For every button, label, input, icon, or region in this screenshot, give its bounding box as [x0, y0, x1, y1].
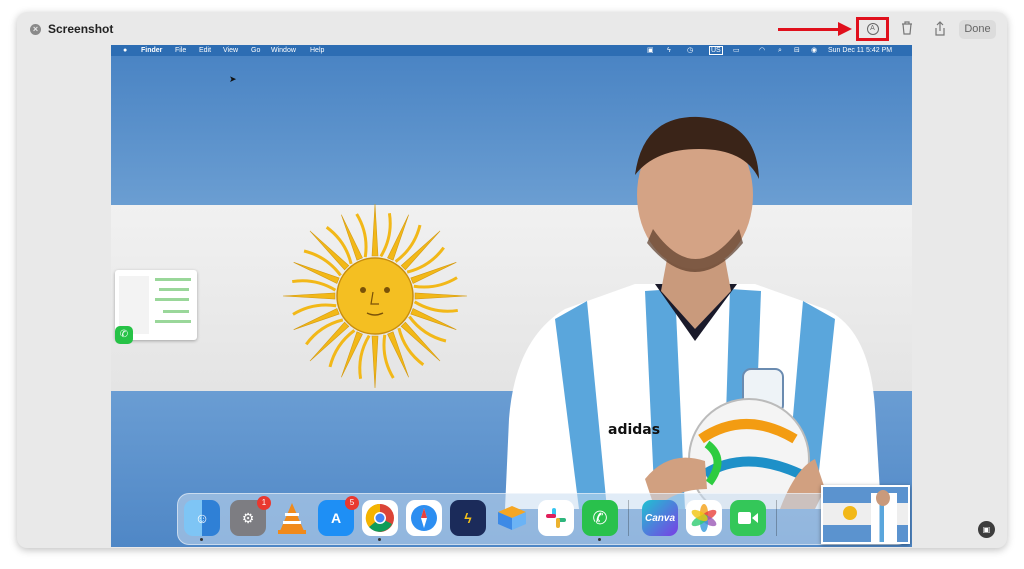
dock-separator	[628, 500, 629, 536]
player-photo: adidas	[505, 116, 881, 509]
status-icon-timemachine[interactable]: ◷	[687, 45, 693, 56]
dock-separator	[776, 500, 777, 536]
system-settings-icon[interactable]: ⚙ 1	[230, 496, 271, 536]
canva-icon[interactable]: Canva	[642, 500, 678, 536]
menu-finder[interactable]: Finder	[141, 45, 162, 56]
macos-menubar: ● Finder File Edit View Go Window Help ▣…	[111, 45, 912, 56]
annotation-arrow-head	[838, 22, 852, 36]
running-indicator	[378, 538, 381, 541]
whatsapp-dock-icon[interactable]: ✆	[582, 500, 618, 536]
spotlight-icon[interactable]: ⌕	[778, 45, 782, 56]
running-indicator	[200, 538, 203, 541]
slack-icon[interactable]	[538, 500, 574, 536]
screenshot-image: ● Finder File Edit View Go Window Help ▣…	[111, 45, 912, 547]
input-source[interactable]: US	[709, 46, 723, 55]
screenshot-thumbnail[interactable]	[821, 485, 910, 544]
status-icon-display[interactable]: ▣	[647, 45, 654, 56]
apple-icon[interactable]: ●	[123, 45, 127, 56]
done-button[interactable]: Done	[959, 20, 996, 39]
share-icon[interactable]	[934, 21, 948, 37]
mouse-cursor-icon: ➤	[229, 74, 237, 84]
app-store-icon[interactable]: A5	[318, 496, 359, 536]
battery-icon[interactable]: ▭	[733, 45, 740, 56]
sun-of-may-icon	[282, 203, 468, 389]
menu-help[interactable]: Help	[310, 45, 324, 56]
menu-go[interactable]: Go	[251, 45, 260, 56]
dock: ☺ ⚙ 1 A5 ϟ ✆ Canva	[177, 493, 909, 545]
menubar-clock[interactable]: Sun Dec 11 5:42 PM	[828, 45, 892, 56]
markup-icon: A	[866, 23, 879, 35]
menu-view[interactable]: View	[223, 45, 238, 56]
siri-icon[interactable]: ◉	[811, 45, 817, 56]
menu-window[interactable]: Window	[271, 45, 296, 56]
title-bar: × Screenshot A Done	[17, 12, 1007, 46]
trash-icon[interactable]	[901, 21, 915, 37]
wifi-icon[interactable]: ◠	[759, 45, 765, 56]
chrome-icon[interactable]	[362, 500, 398, 536]
live-text-icon[interactable]: ▣	[978, 521, 995, 538]
markup-button[interactable]: A	[856, 17, 889, 41]
safari-icon[interactable]	[406, 500, 442, 536]
notification-badge: 5	[345, 496, 359, 510]
annotation-arrow-shaft	[778, 28, 840, 31]
control-center-icon[interactable]: ⊟	[794, 45, 800, 56]
whatsapp-icon[interactable]: ✆	[115, 326, 133, 344]
menu-edit[interactable]: Edit	[199, 45, 211, 56]
vlc-icon[interactable]	[274, 500, 310, 536]
notification-badge: 1	[257, 496, 271, 510]
menu-file[interactable]: File	[175, 45, 186, 56]
running-indicator	[598, 538, 601, 541]
facetime-icon[interactable]	[730, 500, 766, 536]
finder-icon[interactable]: ☺	[184, 500, 220, 536]
close-icon[interactable]: ×	[30, 24, 41, 35]
reeder-icon[interactable]: ϟ	[450, 500, 486, 536]
screenshot-preview-window: × Screenshot A Done ● Finder File Edit V…	[17, 12, 1007, 548]
photos-icon[interactable]	[686, 500, 722, 536]
window-title: Screenshot	[48, 22, 114, 36]
airmail-icon[interactable]	[494, 500, 530, 536]
jersey-brand-text: adidas	[608, 422, 660, 438]
status-icon-bolt[interactable]: ϟ	[667, 45, 671, 56]
